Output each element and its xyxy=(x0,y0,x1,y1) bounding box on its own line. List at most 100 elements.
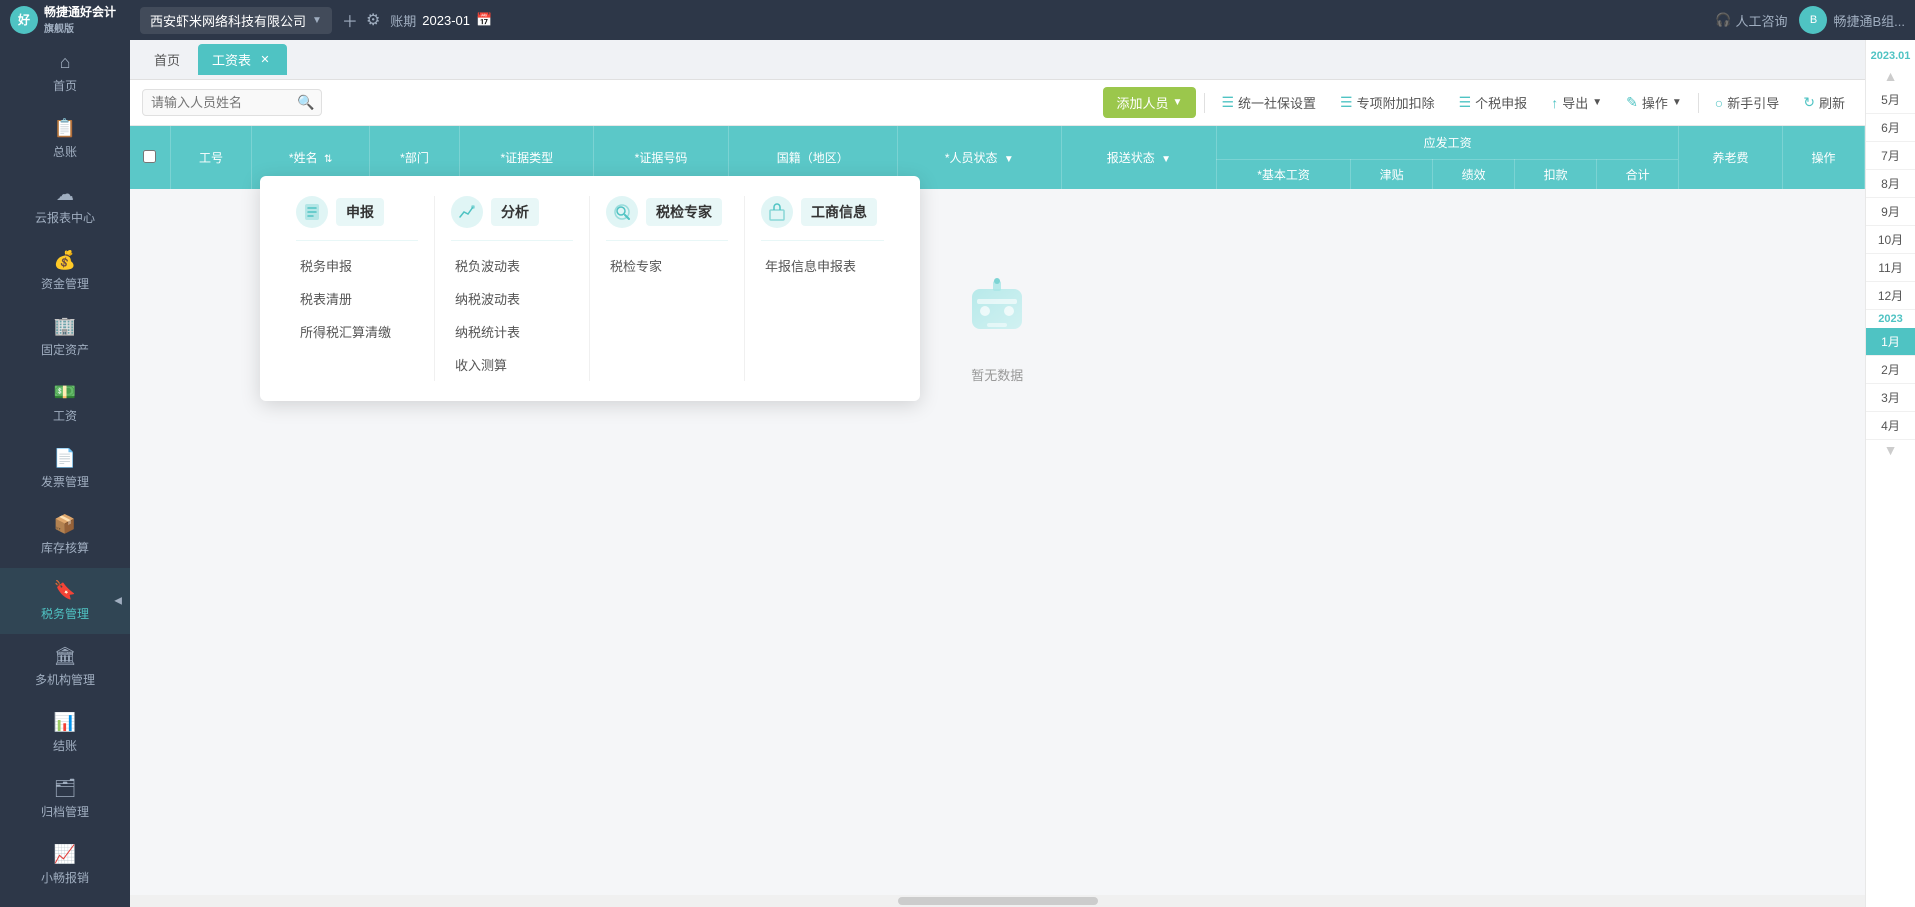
menu-section-analysis-header: 分析 xyxy=(451,196,573,241)
report-status-filter-icon[interactable]: ▼ xyxy=(1161,154,1171,165)
sidebar-item-report[interactable]: 📈 小畅报销 xyxy=(0,832,130,898)
sidebar-item-tax[interactable]: 🔖 税务管理 ◀ xyxy=(0,568,130,634)
sidebar-item-salary[interactable]: 💵 工资 xyxy=(0,370,130,436)
tab-home[interactable]: 首页 xyxy=(140,44,194,75)
sidebar-label-inventory: 库存核算 xyxy=(41,539,89,556)
toolbar-divider-2 xyxy=(1698,93,1699,113)
action-refresh-label: 刷新 xyxy=(1819,93,1845,112)
action-export-label: 导出 xyxy=(1562,93,1588,112)
cloud-icon: ☁ xyxy=(56,184,74,205)
inventory-icon: 📦 xyxy=(54,514,76,535)
action-tax-return-label: 个税申报 xyxy=(1475,93,1527,112)
cal-month-6[interactable]: 6月 xyxy=(1866,114,1915,142)
top-bar: 好 畅捷通好会计 旗舰版 西安虾米网络科技有限公司 ▼ ＋ ⚙ 账期 2023-… xyxy=(0,0,1915,40)
menu-item-tax-form[interactable]: 税表清册 xyxy=(296,282,418,315)
action-export[interactable]: ↑ 导出 ▼ xyxy=(1543,89,1610,116)
company-selector[interactable]: 西安虾米网络科技有限公司 ▼ xyxy=(140,7,332,34)
menu-item-tax-stat-table[interactable]: 纳税统计表 xyxy=(451,315,573,348)
action-social-security[interactable]: ☰ 统一社保设置 xyxy=(1213,89,1324,116)
cal-month-8[interactable]: 8月 xyxy=(1866,170,1915,198)
menu-item-tax-expert[interactable]: 税检专家 xyxy=(606,249,728,282)
invoice-icon: 📄 xyxy=(54,448,76,469)
sidebar: ⌂ 首页 📋 总账 ☁ 云报表中心 💰 资金管理 🏢 固定资产 💵 工资 📄 发… xyxy=(0,40,130,907)
cal-month-7[interactable]: 7月 xyxy=(1866,142,1915,170)
add-employee-button[interactable]: 添加人员 ▼ xyxy=(1103,87,1197,118)
tab-salary-label: 工资表 xyxy=(212,50,251,69)
action-operate-label: 操作 xyxy=(1642,93,1668,112)
cal-month-12[interactable]: 12月 xyxy=(1866,282,1915,310)
sidebar-item-multi[interactable]: 🏛 多机构管理 xyxy=(0,634,130,700)
sidebar-item-basic[interactable]: ⚙ 基础设置 xyxy=(0,898,130,907)
multi-icon: 🏛 xyxy=(54,646,77,667)
cal-month-4[interactable]: 4月 xyxy=(1866,412,1915,440)
home-icon: ⌂ xyxy=(60,52,71,73)
sidebar-item-inventory[interactable]: 📦 库存核算 xyxy=(0,502,130,568)
sidebar-item-assets[interactable]: 🏢 固定资产 xyxy=(0,304,130,370)
tab-salary-table[interactable]: 工资表 ✕ xyxy=(198,44,287,75)
analysis-section-title: 分析 xyxy=(501,204,529,220)
name-sort-icon[interactable]: ⇅ xyxy=(324,154,332,165)
cal-header: 2023.01 xyxy=(1871,46,1911,66)
cal-month-1[interactable]: 1月 xyxy=(1866,328,1915,356)
tax-icon: 🔖 xyxy=(54,580,76,601)
settings-icon[interactable]: ⚙ xyxy=(366,10,380,30)
cal-month-10[interactable]: 10月 xyxy=(1866,226,1915,254)
col-base-salary: *基本工资 xyxy=(1217,160,1351,190)
table-area: 工号 *姓名 ⇅ *部门 *证据类型 *证据号码 xyxy=(130,126,1865,895)
menu-item-tax-burden-table[interactable]: 税负波动表 xyxy=(451,249,573,282)
sidebar-item-home[interactable]: ⌂ 首页 xyxy=(0,40,130,106)
sidebar-item-archive[interactable]: 🗂 归档管理 xyxy=(0,766,130,832)
person-status-filter-icon[interactable]: ▼ xyxy=(1004,154,1014,165)
menu-item-annual-report[interactable]: 年报信息申报表 xyxy=(761,249,884,282)
period-value: 2023-01 xyxy=(422,13,470,28)
action-special-deduct[interactable]: ☰ 专项附加扣除 xyxy=(1332,89,1443,116)
menu-item-tax-fluctuation[interactable]: 纳税波动表 xyxy=(451,282,573,315)
business-info-section-icon xyxy=(761,196,793,228)
action-guide[interactable]: ○ 新手引导 xyxy=(1707,89,1787,116)
col-action: 操作 xyxy=(1782,126,1864,189)
user-name: 畅捷通B组... xyxy=(1833,11,1905,30)
col-performance: 绩效 xyxy=(1433,160,1515,190)
customer-service[interactable]: 🎧 人工咨询 xyxy=(1715,11,1787,30)
action-tax-return[interactable]: ☰ 个税申报 xyxy=(1451,89,1536,116)
sidebar-label-assets: 固定资产 xyxy=(41,341,89,358)
sidebar-label-salary: 工资 xyxy=(53,407,77,424)
menu-item-tax-declaration[interactable]: 税务申报 xyxy=(296,249,418,282)
sidebar-item-cloud[interactable]: ☁ 云报表中心 xyxy=(0,172,130,238)
action-operate[interactable]: ✎ 操作 ▼ xyxy=(1618,89,1690,116)
sidebar-item-fund[interactable]: 💰 资金管理 xyxy=(0,238,130,304)
action-refresh[interactable]: ↻ 刷新 xyxy=(1795,89,1853,116)
right-calendar: 2023.01 ▲ 5月 6月 7月 8月 9月 10月 11月 12月 202… xyxy=(1865,40,1915,907)
tab-bar: 首页 工资表 ✕ xyxy=(130,40,1865,80)
sidebar-item-invoice[interactable]: 📄 发票管理 xyxy=(0,436,130,502)
sidebar-label-ledger: 总账 xyxy=(53,143,77,160)
cal-month-3[interactable]: 3月 xyxy=(1866,384,1915,412)
user-badge[interactable]: B 畅捷通B组... xyxy=(1799,6,1905,34)
sidebar-item-ledger[interactable]: 📋 总账 xyxy=(0,106,130,172)
cal-month-5[interactable]: 5月 xyxy=(1866,86,1915,114)
table-scrollbar[interactable] xyxy=(130,895,1865,907)
sidebar-label-invoice: 发票管理 xyxy=(41,473,89,490)
cal-month-11[interactable]: 11月 xyxy=(1866,254,1915,282)
scrollbar-thumb[interactable] xyxy=(898,897,1098,905)
cal-month-2[interactable]: 2月 xyxy=(1866,356,1915,384)
select-all-checkbox[interactable] xyxy=(143,150,156,163)
add-company-icon[interactable]: ＋ xyxy=(342,8,358,32)
logo-area: 好 畅捷通好会计 旗舰版 xyxy=(10,5,130,34)
business-info-section-title: 工商信息 xyxy=(811,204,867,220)
period-info: 账期 2023-01 📅 xyxy=(390,11,492,30)
dropdown-menu: 申报 税务申报 税表清册 所得税汇算清缴 xyxy=(260,176,920,401)
cal-scroll-down-icon[interactable]: ▼ xyxy=(1882,440,1900,460)
cal-month-9[interactable]: 9月 xyxy=(1866,198,1915,226)
operate-arrow-icon: ▼ xyxy=(1672,97,1682,108)
search-input[interactable] xyxy=(151,95,291,110)
tab-close-icon[interactable]: ✕ xyxy=(257,52,273,68)
report-icon: 📈 xyxy=(54,844,76,865)
sidebar-item-settle[interactable]: 📊 结账 xyxy=(0,700,130,766)
menu-item-income-tax-calc[interactable]: 所得税汇算清缴 xyxy=(296,315,418,348)
calendar-icon[interactable]: 📅 xyxy=(476,12,492,28)
add-button-arrow: ▼ xyxy=(1173,97,1183,108)
cal-scroll-up-icon[interactable]: ▲ xyxy=(1882,66,1900,86)
menu-section-tax-expert-header: 税检专家 xyxy=(606,196,728,241)
menu-item-income-calc[interactable]: 收入测算 xyxy=(451,348,573,381)
